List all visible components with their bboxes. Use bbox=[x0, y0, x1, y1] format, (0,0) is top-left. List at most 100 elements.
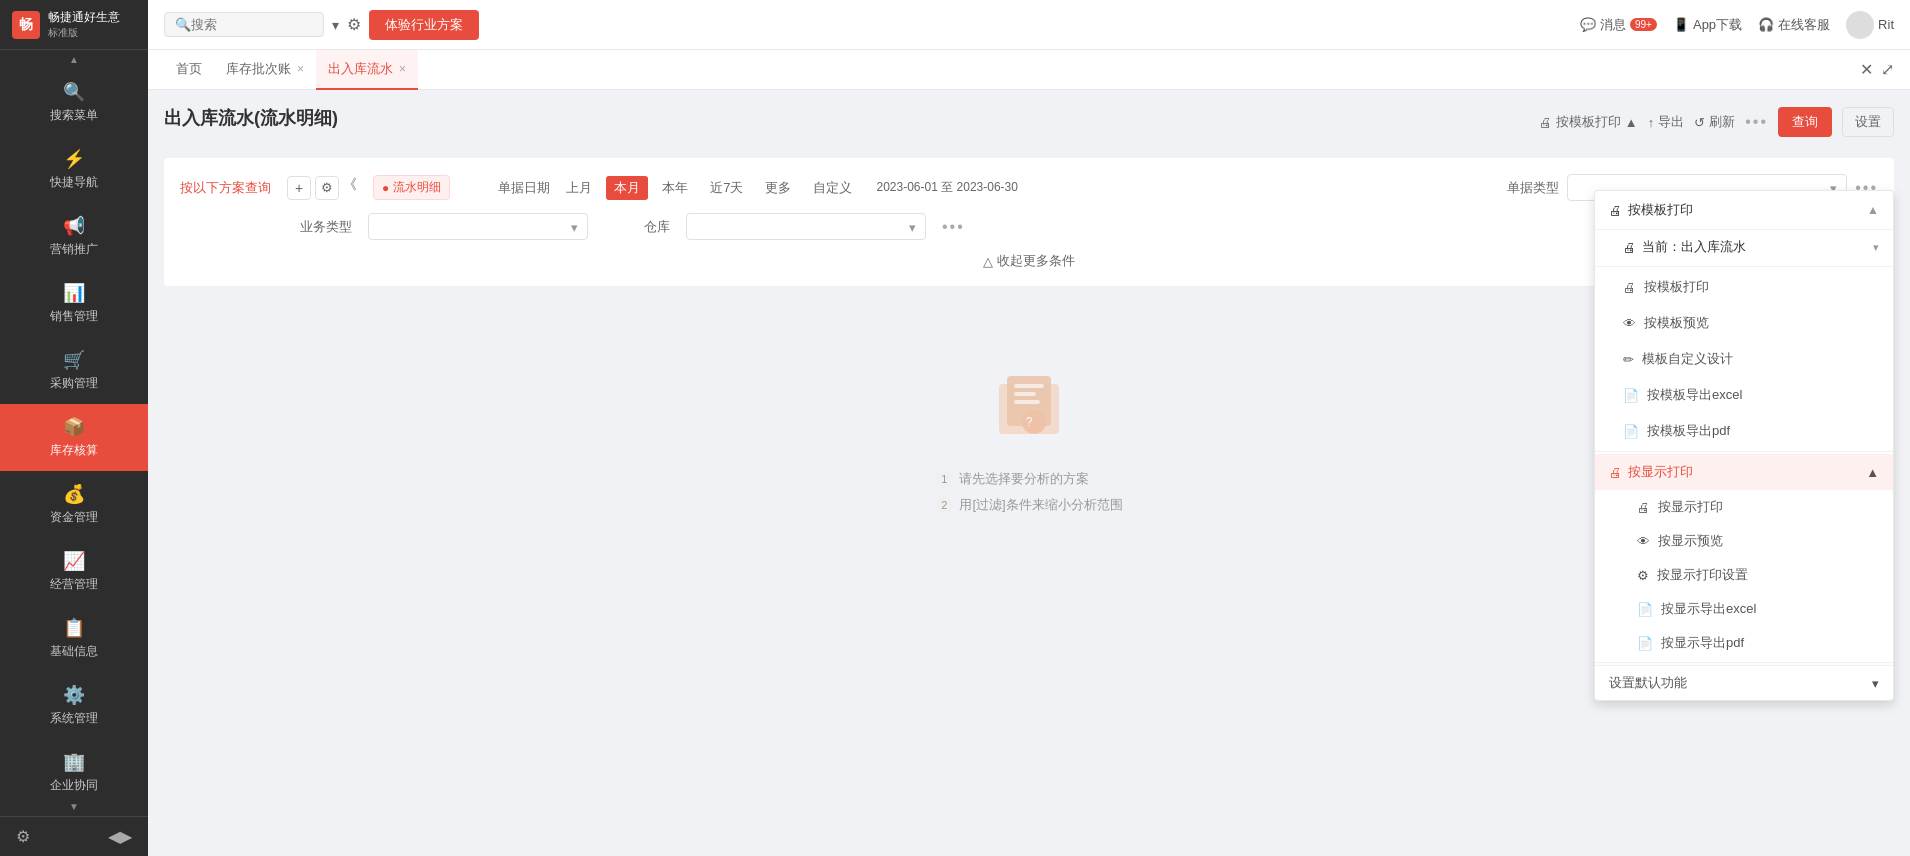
date-custom[interactable]: 自定义 bbox=[805, 176, 860, 200]
tab-batch-ledger-close[interactable]: × bbox=[297, 62, 304, 76]
collapse-icon[interactable]: ◀▶ bbox=[108, 827, 132, 846]
tab-inventory-flow-close[interactable]: × bbox=[399, 62, 406, 76]
tabs-bar: 首页 库存批次账 × 出入库流水 × ✕ ⤢ bbox=[148, 50, 1910, 90]
message-btn[interactable]: 💬 消息 99+ bbox=[1580, 16, 1657, 34]
sidebar-label-enterprise: 企业协同 bbox=[50, 777, 98, 794]
sidebar-nav: 🔍 搜索菜单 ⚡ 快捷导航 📢 营销推广 📊 销售管理 🛒 采购管理 📦 库存核… bbox=[0, 69, 148, 797]
dropdown-item-display-excel[interactable]: 📄 按显示导出excel bbox=[1595, 592, 1893, 626]
sidebar-item-marketing[interactable]: 📢 营销推广 bbox=[0, 203, 148, 270]
dropdown-item-template-pdf[interactable]: 📄 按模板导出pdf bbox=[1595, 413, 1893, 449]
logo-text: 畅捷通好生意 标准版 bbox=[48, 10, 120, 39]
warehouse-select-wrapper bbox=[686, 213, 926, 240]
business-type-select-wrapper bbox=[368, 213, 588, 240]
tab-inventory-flow[interactable]: 出入库流水 × bbox=[316, 50, 418, 90]
tab-batch-ledger[interactable]: 库存批次账 × bbox=[214, 50, 316, 90]
sidebar-item-system[interactable]: ⚙️ 系统管理 bbox=[0, 672, 148, 739]
item-icon-display-print: 🖨 bbox=[1637, 500, 1650, 515]
search-input[interactable] bbox=[191, 17, 311, 32]
message-badge: 99+ bbox=[1630, 18, 1657, 31]
sidebar-item-inventory[interactable]: 📦 库存核算 bbox=[0, 404, 148, 471]
sidebar-label-marketing: 营销推广 bbox=[50, 241, 98, 258]
topbar-left: 🔍 ▾ ⚙ 体验行业方案 bbox=[164, 10, 479, 40]
sidebar-icon-search-menu: 🔍 bbox=[63, 81, 85, 103]
dropdown-section-display-print[interactable]: 🖨 按显示打印 ▲ bbox=[1595, 454, 1893, 490]
sidebar-icon-system: ⚙️ bbox=[63, 684, 85, 706]
industry-btn[interactable]: 体验行业方案 bbox=[369, 10, 479, 40]
online-service-btn[interactable]: 🎧 在线客服 bbox=[1758, 16, 1830, 34]
item-icon-excel1: 📄 bbox=[1623, 388, 1639, 403]
sidebar-item-quick-nav[interactable]: ⚡ 快捷导航 bbox=[0, 136, 148, 203]
filter-settings-btn[interactable]: ⚙ bbox=[315, 176, 339, 200]
query-btn[interactable]: 查询 bbox=[1778, 107, 1832, 137]
current-label: 当前：出入库流水 bbox=[1642, 238, 1746, 256]
sidebar-label-operations: 经营管理 bbox=[50, 576, 98, 593]
dropdown-item-template-excel[interactable]: 📄 按模板导出excel bbox=[1595, 377, 1893, 413]
dropdown-collapse-arrow[interactable]: ▲ bbox=[1867, 203, 1879, 217]
sidebar-icon-inventory: 📦 bbox=[63, 416, 85, 438]
export-btn[interactable]: ↑ 导出 bbox=[1648, 113, 1685, 131]
sidebar-icon-purchase: 🛒 bbox=[63, 349, 85, 371]
filter-tag-flow-detail[interactable]: ● 流水明细 bbox=[373, 175, 450, 200]
warehouse-select[interactable] bbox=[686, 213, 926, 240]
filter-tag-icon: ● bbox=[382, 181, 389, 195]
filter-add-btn[interactable]: + bbox=[287, 176, 311, 200]
sidebar-item-search-menu[interactable]: 🔍 搜索菜单 bbox=[0, 69, 148, 136]
warehouse-more[interactable]: ••• bbox=[942, 218, 965, 236]
divider-2 bbox=[1595, 451, 1893, 452]
tab-home[interactable]: 首页 bbox=[164, 50, 214, 90]
date-last-7-days[interactable]: 近7天 bbox=[702, 176, 751, 200]
business-type-select[interactable] bbox=[368, 213, 588, 240]
dropdown-item-display-preview[interactable]: 👁 按显示预览 bbox=[1595, 524, 1893, 558]
sidebar-item-finance[interactable]: 💰 资金管理 bbox=[0, 471, 148, 538]
dropdown-item-template-print[interactable]: 🖨 按模板打印 bbox=[1595, 269, 1893, 305]
sidebar-icon-sales: 📊 bbox=[63, 282, 85, 304]
sidebar-label-purchase: 采购管理 bbox=[50, 375, 98, 392]
sidebar-item-enterprise[interactable]: 🏢 企业协同 bbox=[0, 739, 148, 797]
sidebar-label-quick-nav: 快捷导航 bbox=[50, 174, 98, 191]
sidebar-scroll-down[interactable]: ▼ bbox=[0, 797, 148, 816]
user-avatar-area[interactable]: Rit bbox=[1846, 11, 1894, 39]
business-type-label: 业务类型 bbox=[300, 218, 352, 236]
close-window-btn[interactable]: ✕ bbox=[1860, 60, 1873, 79]
sidebar-item-sales[interactable]: 📊 销售管理 bbox=[0, 270, 148, 337]
date-more[interactable]: 更多 bbox=[757, 176, 799, 200]
sidebar-item-operations[interactable]: 📈 经营管理 bbox=[0, 538, 148, 605]
dropdown-item-template-preview[interactable]: 👁 按模板预览 bbox=[1595, 305, 1893, 341]
export-icon: ↑ bbox=[1648, 115, 1655, 130]
more-options-btn[interactable]: ••• bbox=[1745, 113, 1768, 131]
date-current-year[interactable]: 本年 bbox=[654, 176, 696, 200]
message-icon: 💬 bbox=[1580, 17, 1596, 32]
svg-rect-3 bbox=[1014, 392, 1036, 396]
user-name: Rit bbox=[1878, 17, 1894, 32]
collapse-arrow: △ bbox=[983, 254, 993, 269]
filter-collapse-btn[interactable]: 《 bbox=[343, 176, 357, 200]
svg-rect-4 bbox=[1014, 400, 1040, 404]
expand-window-btn[interactable]: ⤢ bbox=[1881, 60, 1894, 79]
dropdown-item-display-settings[interactable]: ⚙ 按显示打印设置 bbox=[1595, 558, 1893, 592]
item-icon-pdf1: 📄 bbox=[1623, 424, 1639, 439]
filter-controls: + ⚙ 《 bbox=[287, 176, 357, 200]
date-current-month[interactable]: 本月 bbox=[606, 176, 648, 200]
refresh-btn[interactable]: ↺ 刷新 bbox=[1694, 113, 1735, 131]
search-box[interactable]: 🔍 bbox=[164, 12, 324, 37]
dropdown-footer[interactable]: 设置默认功能 ▾ bbox=[1595, 665, 1893, 700]
sidebar-label-inventory: 库存核算 bbox=[50, 442, 98, 459]
sidebar-item-basics[interactable]: 📋 基础信息 bbox=[0, 605, 148, 672]
filter-collapse-row[interactable]: △ 收起更多条件 bbox=[983, 252, 1075, 270]
item-icon-custom: ✏ bbox=[1623, 352, 1634, 367]
dropdown-current[interactable]: 🖨 当前：出入库流水 ▾ bbox=[1595, 230, 1893, 264]
section-icon: 🖨 bbox=[1609, 465, 1622, 480]
sidebar-scroll-up[interactable]: ▲ bbox=[0, 50, 148, 69]
settings-icon[interactable]: ⚙ bbox=[16, 827, 30, 846]
topbar-gear-icon[interactable]: ⚙ bbox=[347, 15, 361, 34]
app-download-btn[interactable]: 📱 App下载 bbox=[1673, 16, 1742, 34]
print-template-btn[interactable]: 🖨 按模板打印 ▲ bbox=[1539, 113, 1638, 131]
printer-icon: 🖨 bbox=[1539, 115, 1552, 130]
dropdown-item-display-pdf[interactable]: 📄 按显示导出pdf bbox=[1595, 626, 1893, 660]
date-prev-month[interactable]: 上月 bbox=[558, 176, 600, 200]
dropdown-item-template-custom[interactable]: ✏ 模板自定义设计 bbox=[1595, 341, 1893, 377]
sidebar-item-purchase[interactable]: 🛒 采购管理 bbox=[0, 337, 148, 404]
search-dropdown-icon[interactable]: ▾ bbox=[332, 17, 339, 33]
settings-btn[interactable]: 设置 bbox=[1842, 107, 1894, 137]
dropdown-item-display-print[interactable]: 🖨 按显示打印 bbox=[1595, 490, 1893, 524]
